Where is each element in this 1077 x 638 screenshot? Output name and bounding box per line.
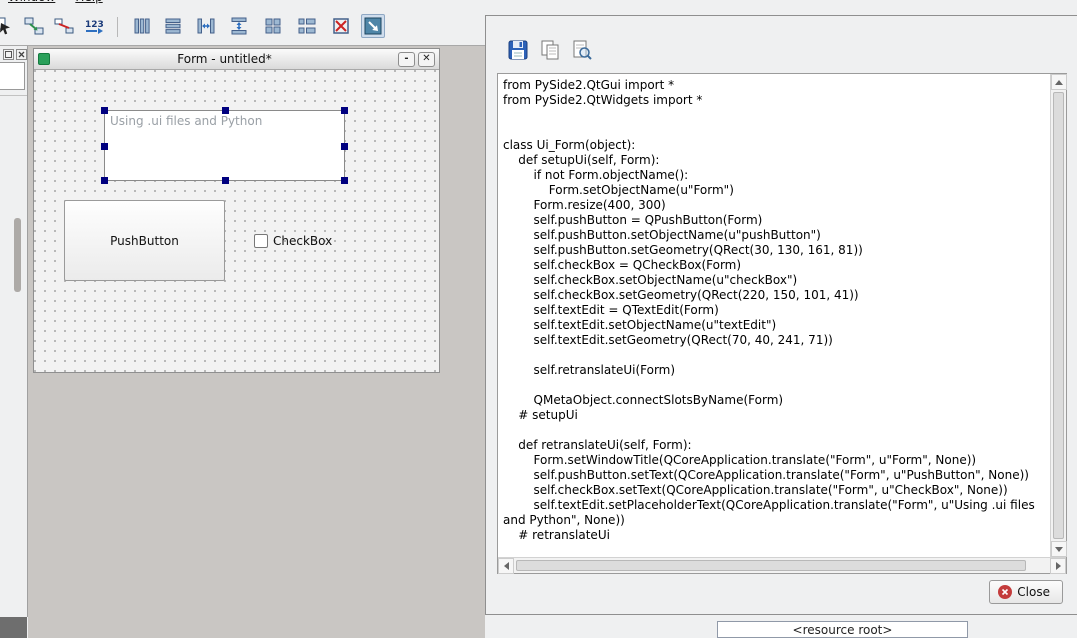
- code-line: self.textEdit = QTextEdit(Form): [503, 303, 1048, 318]
- resource-root-item[interactable]: <resource root>: [717, 621, 968, 638]
- selection-handle[interactable]: [101, 177, 108, 184]
- selection-handle[interactable]: [341, 177, 348, 184]
- form-window-title: Form - untitled*: [54, 52, 395, 66]
- selection-handle[interactable]: [222, 177, 229, 184]
- code-line: self.checkBox.setText(QCoreApplication.t…: [503, 483, 1048, 498]
- horizontal-scrollbar[interactable]: [498, 557, 1066, 573]
- minimize-button[interactable]: -: [398, 52, 415, 67]
- toolbar-separator: [117, 17, 118, 37]
- code-line: class Ui_Form(object):: [503, 138, 1048, 153]
- code-line: from PySide2.QtWidgets import *: [503, 93, 1048, 108]
- edit-widgets-icon[interactable]: [0, 14, 14, 38]
- svg-text:123: 123: [85, 20, 104, 30]
- checkbox-box[interactable]: [254, 234, 268, 248]
- edit-buddies-icon[interactable]: [52, 14, 76, 38]
- dock-scrollbar[interactable]: [14, 218, 21, 292]
- close-circle-icon: [998, 585, 1012, 599]
- designer-form-icon: [38, 53, 50, 65]
- dock-float-icon[interactable]: [3, 49, 14, 60]
- code-line: self.checkBox.setGeometry(QRect(220, 150…: [503, 288, 1048, 303]
- code-line: def retranslateUi(self, Form):: [503, 438, 1048, 453]
- selection-handle[interactable]: [222, 107, 229, 114]
- horizontal-scroll-thumb[interactable]: [516, 560, 1026, 571]
- checkbox-label: CheckBox: [273, 234, 332, 248]
- edit-signals-slots-icon[interactable]: [22, 14, 46, 38]
- code-line: self.textEdit.setPlaceholderText(QCoreAp…: [503, 498, 1048, 528]
- adjust-size-icon[interactable]: [361, 14, 385, 38]
- form-canvas[interactable]: Using .ui files and Python PushButton Ch…: [34, 70, 439, 372]
- textedit-placeholder: Using .ui files and Python: [110, 114, 262, 128]
- code-line: if not Form.objectName():: [503, 168, 1048, 183]
- bottom-left-panel-corner: [0, 617, 27, 638]
- selection-handle[interactable]: [101, 143, 108, 150]
- close-window-button[interactable]: ✕: [418, 52, 435, 67]
- code-line: self.textEdit.setObjectName(u"textEdit"): [503, 318, 1048, 333]
- code-line: [503, 123, 1048, 138]
- code-line: self.checkBox.setObjectName(u"checkBox"): [503, 273, 1048, 288]
- find-icon[interactable]: [570, 38, 594, 62]
- code-line: Form.setObjectName(u"Form"): [503, 183, 1048, 198]
- code-line: QMetaObject.connectSlotsByName(Form): [503, 393, 1048, 408]
- code-line: # setupUi: [503, 408, 1048, 423]
- save-icon[interactable]: [506, 38, 530, 62]
- scroll-right-icon[interactable]: [1050, 558, 1066, 574]
- dock-close-icon[interactable]: [16, 49, 27, 60]
- code-view-container: from PySide2.QtGui import *from PySide2.…: [497, 73, 1067, 574]
- code-line: self.pushButton.setText(QCoreApplication…: [503, 468, 1048, 483]
- scroll-left-icon[interactable]: [498, 558, 514, 574]
- layout-vertical-splitter-icon[interactable]: [227, 14, 251, 38]
- textedit-widget[interactable]: Using .ui files and Python: [104, 110, 345, 181]
- close-button-label: Close: [1017, 585, 1050, 599]
- layout-form-icon[interactable]: [295, 14, 319, 38]
- pushbutton-label: PushButton: [110, 234, 179, 248]
- code-line: [503, 348, 1048, 363]
- code-line: [503, 423, 1048, 438]
- horizontal-scroll-track[interactable]: [514, 558, 1050, 573]
- checkbox-widget[interactable]: CheckBox: [254, 220, 355, 261]
- code-view[interactable]: from PySide2.QtGui import *from PySide2.…: [498, 74, 1050, 557]
- view-code-dialog: from PySide2.QtGui import *from PySide2.…: [485, 15, 1077, 615]
- code-line: self.pushButton.setGeometry(QRect(30, 13…: [503, 243, 1048, 258]
- layout-horizontal-icon[interactable]: [130, 14, 154, 38]
- code-line: Form.setWindowTitle(QCoreApplication.tra…: [503, 453, 1048, 468]
- code-line: def setupUi(self, Form):: [503, 153, 1048, 168]
- layout-vertical-icon[interactable]: [161, 14, 185, 38]
- vertical-scrollbar[interactable]: [1050, 74, 1066, 557]
- code-line: self.textEdit.setGeometry(QRect(70, 40, …: [503, 333, 1048, 348]
- form-window-titlebar[interactable]: Form - untitled* - ✕: [34, 49, 439, 70]
- code-line: self.retranslateUi(Form): [503, 363, 1048, 378]
- code-line: [503, 378, 1048, 393]
- selection-handle[interactable]: [101, 107, 108, 114]
- resource-panel: <resource root>: [485, 615, 1077, 638]
- scroll-down-icon[interactable]: [1051, 541, 1067, 557]
- menu-item[interactable]: Help: [75, 0, 102, 4]
- break-layout-icon[interactable]: [329, 14, 353, 38]
- copy-icon[interactable]: [538, 38, 562, 62]
- vertical-scroll-track[interactable]: [1051, 90, 1066, 541]
- pushbutton-widget[interactable]: PushButton: [64, 200, 225, 281]
- code-line: [503, 108, 1048, 123]
- vertical-scroll-thumb[interactable]: [1053, 92, 1064, 539]
- dock-separator: [0, 95, 27, 96]
- code-line: self.checkBox = QCheckBox(Form): [503, 258, 1048, 273]
- code-line: # retranslateUi: [503, 528, 1048, 543]
- close-button[interactable]: Close: [989, 580, 1063, 604]
- scroll-up-icon[interactable]: [1051, 74, 1067, 90]
- form-designer-window: Form - untitled* - ✕ Using .ui files and…: [33, 48, 440, 373]
- selection-handle[interactable]: [341, 107, 348, 114]
- code-line: self.pushButton.setObjectName(u"pushButt…: [503, 228, 1048, 243]
- edit-tab-order-icon[interactable]: 123: [82, 14, 106, 38]
- widget-filter-input[interactable]: [0, 62, 25, 90]
- code-line: from PySide2.QtGui import *: [503, 78, 1048, 93]
- menu-item[interactable]: Window: [8, 0, 55, 4]
- code-line: Form.resize(400, 300): [503, 198, 1048, 213]
- layout-horizontal-splitter-icon[interactable]: [194, 14, 218, 38]
- widget-box-dock: [0, 46, 28, 617]
- layout-grid-icon[interactable]: [261, 14, 285, 38]
- selection-handle[interactable]: [341, 143, 348, 150]
- code-line: self.pushButton = QPushButton(Form): [503, 213, 1048, 228]
